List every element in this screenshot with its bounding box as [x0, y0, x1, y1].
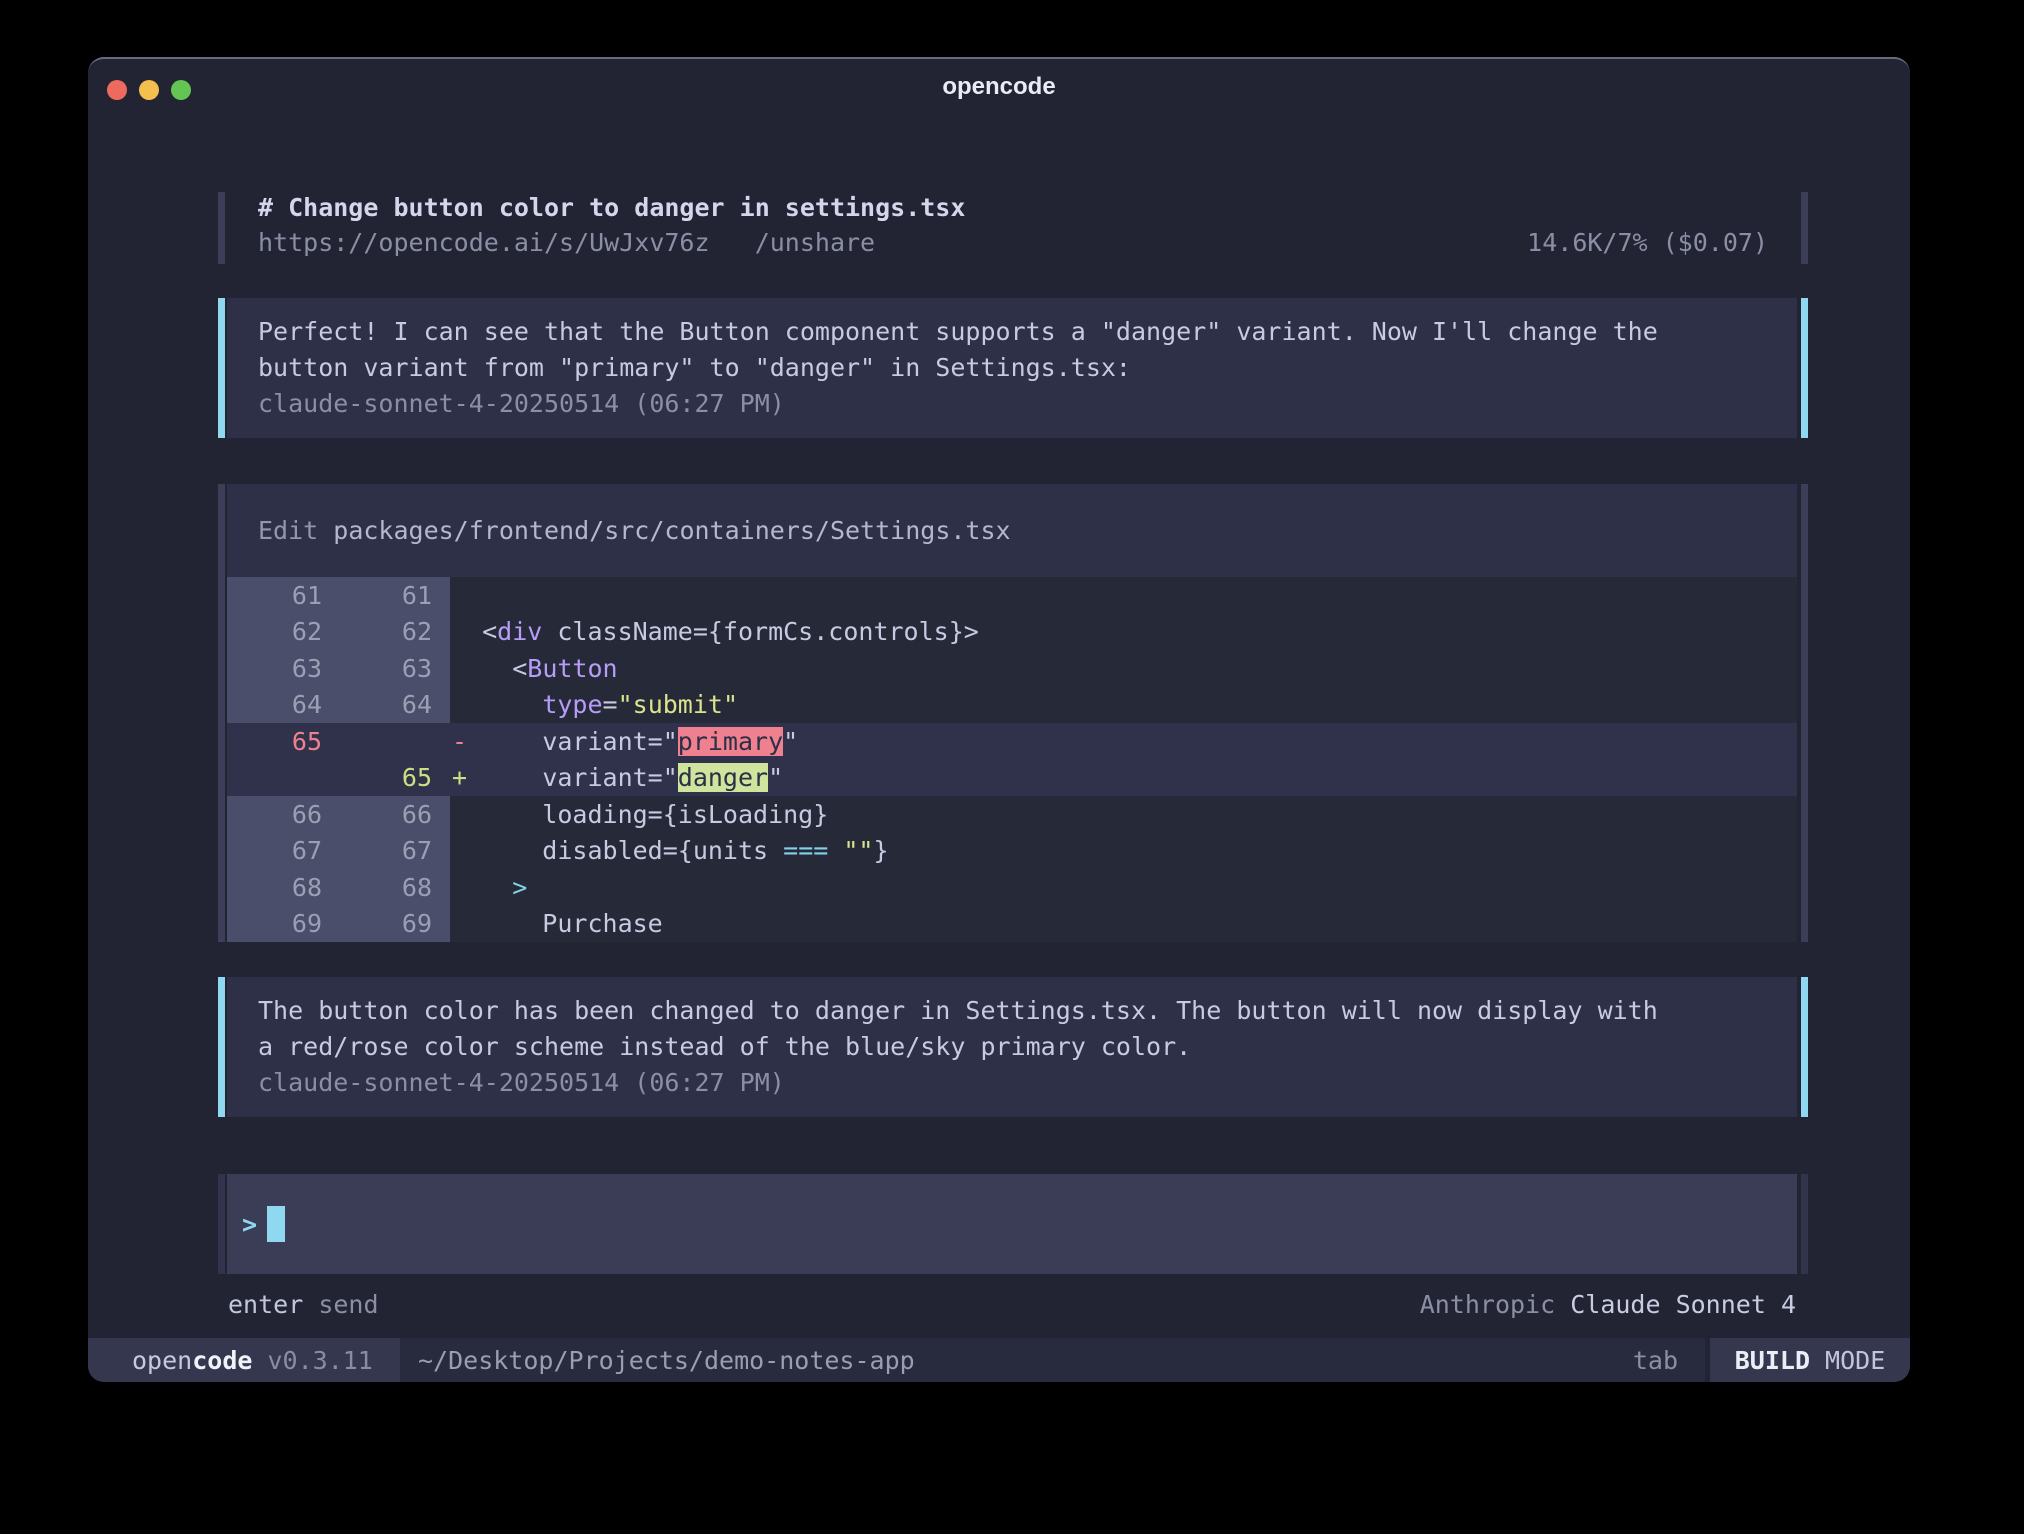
mode-label: MODE: [1810, 1346, 1885, 1375]
cwd-path: ~/Desktop/Projects/demo-notes-app: [418, 1338, 915, 1382]
assistant-message: The button color has been changed to dan…: [218, 977, 1808, 1117]
edit-left-border: [218, 484, 225, 942]
old-line-number: 68: [227, 873, 322, 902]
diff-row: 6363 <Button: [227, 650, 1797, 687]
diff-code-line: disabled={units === ""}: [450, 833, 1797, 870]
diff-code-line: >: [450, 869, 1797, 906]
old-line-number: 63: [227, 654, 322, 683]
model-name: Claude Sonnet 4: [1555, 1290, 1796, 1319]
old-line-number: 64: [227, 690, 322, 719]
share-url[interactable]: https://opencode.ai/s/UwJxv76z: [258, 228, 710, 257]
diff-code-line: [450, 577, 1797, 614]
mode-build-label: BUILD: [1735, 1346, 1810, 1375]
diff-row: 6161: [227, 577, 1797, 614]
diff-row: 6969 Purchase: [227, 906, 1797, 943]
diff-row: 6868 >: [227, 869, 1797, 906]
session-title: # Change button color to danger in setti…: [258, 192, 965, 224]
hint-row: enter send Anthropic Claude Sonnet 4: [218, 1290, 1808, 1320]
new-line-number: 63: [322, 654, 432, 683]
titlebar: opencode: [88, 59, 1910, 117]
old-line-number: 66: [227, 800, 322, 829]
assistant-message: Perfect! I can see that the Button compo…: [218, 298, 1808, 438]
edit-right-border: [1801, 484, 1808, 942]
new-line-number: 62: [322, 617, 432, 646]
message-text: The button color has been changed to dan…: [258, 993, 1768, 1065]
old-line-number: 62: [227, 617, 322, 646]
new-line-number: 69: [322, 909, 432, 938]
diff-code-line: <div className={formCs.controls}>: [450, 614, 1797, 651]
edit-tool-header: Edit packages/frontend/src/containers/Se…: [227, 484, 1797, 577]
prompt-input[interactable]: >: [218, 1174, 1808, 1274]
mode-badge: BUILD MODE: [1710, 1338, 1910, 1382]
old-line-number: 67: [227, 836, 322, 865]
window-title: opencode: [88, 73, 1910, 101]
message-right-border: [1801, 977, 1808, 1117]
old-line-number: 69: [227, 909, 322, 938]
provider-name: Anthropic: [1420, 1290, 1555, 1319]
send-hint: enter send: [228, 1290, 379, 1320]
header-left-border: [218, 192, 225, 264]
header-right-border: [1801, 192, 1808, 264]
new-line-number: 68: [322, 873, 432, 902]
old-line-number: 61: [227, 581, 322, 610]
send-action-label: send: [303, 1290, 378, 1319]
diff-code-line: loading={isLoading}: [450, 796, 1797, 833]
app-version: v0.3.11: [252, 1346, 372, 1375]
new-line-number: 65: [322, 763, 432, 792]
text-cursor: [267, 1206, 285, 1242]
new-line-number: 64: [322, 690, 432, 719]
token-usage: 14.6K/7% ($0.07): [1527, 227, 1768, 259]
diff-code-line: - variant="primary": [450, 723, 1797, 760]
message-meta: claude-sonnet-4-20250514 (06:27 PM): [258, 1065, 1768, 1101]
edited-file-path: packages/frontend/src/containers/Setting…: [333, 516, 1010, 545]
diff-row: 6464 type="submit": [227, 687, 1797, 724]
app-name-open: open: [132, 1346, 192, 1375]
diff-row: 6767 disabled={units === ""}: [227, 833, 1797, 870]
session-header: # Change button color to danger in setti…: [218, 192, 1808, 264]
new-line-number: 66: [322, 800, 432, 829]
diff-view: 61616262 <div className={formCs.controls…: [227, 577, 1797, 942]
new-line-number: 67: [322, 836, 432, 865]
tool-name: Edit: [258, 516, 333, 545]
old-line-number: 65: [227, 727, 322, 756]
enter-key-hint: enter: [228, 1290, 303, 1319]
diff-row: 65 - variant="primary": [227, 723, 1797, 760]
edit-tool-block: Edit packages/frontend/src/containers/Se…: [218, 484, 1808, 942]
statusbar: opencode v0.3.11 ~/Desktop/Projects/demo…: [88, 1338, 1910, 1382]
model-indicator: Anthropic Claude Sonnet 4: [1420, 1290, 1796, 1320]
diff-row: 6262 <div className={formCs.controls}>: [227, 614, 1797, 651]
new-line-number: 61: [322, 581, 432, 610]
message-meta: claude-sonnet-4-20250514 (06:27 PM): [258, 386, 1768, 422]
diff-code-line: + variant="danger": [450, 760, 1797, 797]
terminal-window: opencode # Change button color to danger…: [88, 57, 1910, 1382]
diff-code-line: Purchase: [450, 906, 1797, 943]
diff-row: 6666 loading={isLoading}: [227, 796, 1797, 833]
diff-code-line: type="submit": [450, 687, 1797, 724]
message-text: Perfect! I can see that the Button compo…: [258, 314, 1768, 386]
diff-code-line: <Button: [450, 650, 1797, 687]
message-right-border: [1801, 298, 1808, 438]
share-row: https://opencode.ai/s/UwJxv76z /unshare 1…: [258, 227, 1768, 259]
unshare-command[interactable]: /unshare: [755, 228, 875, 257]
tab-key-hint[interactable]: tab: [1633, 1338, 1678, 1382]
app-version-badge: opencode v0.3.11: [88, 1338, 400, 1382]
prompt-symbol: >: [242, 1210, 257, 1239]
app-name-code: code: [192, 1346, 252, 1375]
diff-row: 65 + variant="danger": [227, 760, 1797, 797]
